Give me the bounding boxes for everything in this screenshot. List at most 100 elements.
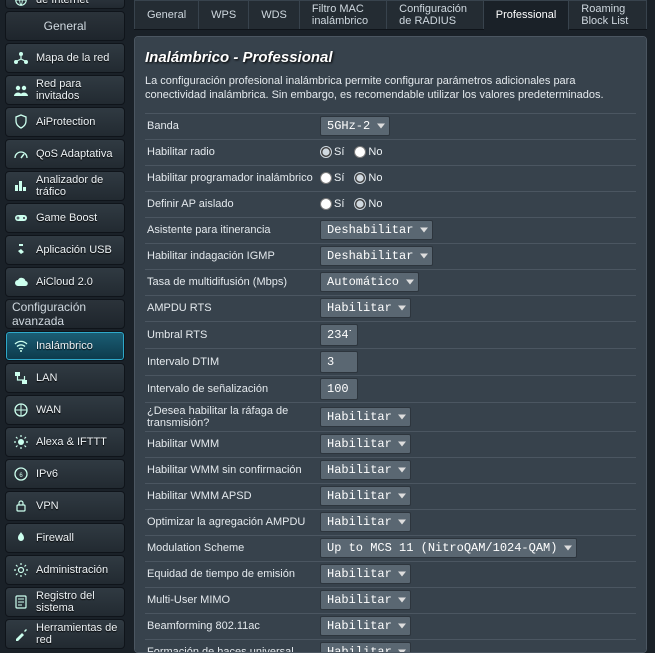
panel-description: La configuración profesional inalámbrica… [145,74,636,103]
sidebar-item-firewall[interactable]: Firewall [5,523,125,553]
select-mumimo[interactable]: Habilitar [320,590,411,610]
shield-icon [12,113,30,131]
input-dtim[interactable] [320,351,358,373]
select-roaming[interactable]: Deshabilitar [320,220,433,240]
radio-ap-no[interactable]: No [354,198,382,210]
sidebar-item-label: de Internet [36,0,89,6]
sidebar-item-qos[interactable]: QoS Adaptativa [5,139,125,169]
sidebar-item-ipv6[interactable]: 6 IPv6 [5,459,125,489]
sidebar-item-label: Analizador de tráfico [36,174,118,198]
select-mod-scheme[interactable]: Up to MCS 11 (NitroQAM/1024-QAM) [320,538,577,558]
label-ampdu-opt: Optimizar la agregación AMPDU [145,516,320,528]
tab-professional[interactable]: Professional [484,0,570,30]
label-roaming: Asistente para itinerancia [145,224,320,236]
network-map-icon [12,49,30,67]
label-mumimo: Multi-User MIMO [145,594,320,606]
label-rts-threshold: Umbral RTS [145,329,320,341]
sidebar-item-label: AiProtection [36,116,95,128]
sidebar-item-guest-network[interactable]: Red para invitados [5,75,125,105]
radio-enable-radio-no[interactable]: No [354,146,382,158]
sidebar-item-system-log[interactable]: Registro del sistema [5,587,125,617]
sidebar-item-wan[interactable]: WAN [5,395,125,425]
sidebar-header-advanced: Configuración avanzada [5,299,125,329]
sidebar-item-alexa-ifttt[interactable]: Alexa & IFTTT [5,427,125,457]
sidebar-item-network-map[interactable]: Mapa de la red [5,43,125,73]
label-igmp: Habilitar indagación IGMP [145,250,320,262]
sidebar-item-aiprotection[interactable]: AiProtection [5,107,125,137]
wan-icon [12,401,30,419]
sidebar-item-administration[interactable]: Administración [5,555,125,585]
radio-sched-no[interactable]: No [354,172,382,184]
label-ap-isolated: Definir AP aislado [145,198,320,210]
vpn-icon [12,497,30,515]
sidebar-item-aicloud[interactable]: AiCloud 2.0 [5,267,125,297]
gear-icon [12,561,30,579]
tools-icon [12,625,30,643]
sidebar-item-label: Registro del sistema [36,590,118,614]
sidebar-header-general: General [5,11,125,41]
sidebar-item-label: AiCloud 2.0 [36,276,93,288]
sidebar-item-label: Aplicación USB [36,244,112,256]
label-band: Banda [145,120,320,132]
settings-panel: Inalámbrico - Professional La configurac… [134,36,647,653]
radio-sched-yes[interactable]: Sí [320,172,344,184]
sidebar-item-wireless[interactable]: Inalámbrico [5,331,125,361]
select-bf11ac[interactable]: Habilitar [320,616,411,636]
sidebar-item-label: Mapa de la red [36,52,109,64]
label-wmm-apsd: Habilitar WMM APSD [145,490,320,502]
gamepad-icon [12,209,30,227]
globe-icon [12,0,30,9]
sidebar-item-label: WAN [36,404,61,416]
panel-title: Inalámbrico - Professional [145,49,636,66]
sidebar-item-network-tools[interactable]: Herramientas de red [5,619,125,649]
sidebar-item-internet-partial[interactable]: de Internet [5,0,125,9]
tab-mac-filter[interactable]: Filtro MAC inalámbrico [300,0,387,29]
tab-bar: General WPS WDS Filtro MAC inalámbrico C… [134,0,647,30]
label-airtime: Equidad de tiempo de emisión [145,568,320,580]
sidebar-item-game-boost[interactable]: Game Boost [5,203,125,233]
select-airtime[interactable]: Habilitar [320,564,411,584]
select-ampdu-rts[interactable]: Habilitar [320,298,411,318]
select-wmm-apsd[interactable]: Habilitar [320,486,411,506]
sidebar-item-lan[interactable]: LAN [5,363,125,393]
lan-icon [12,369,30,387]
select-wmm[interactable]: Habilitar [320,434,411,454]
label-ampdu-rts: AMPDU RTS [145,302,320,314]
radio-enable-radio-yes[interactable]: Sí [320,146,344,158]
tab-radius[interactable]: Configuración de RADIUS [387,0,484,29]
sidebar-item-label: IPv6 [36,468,58,480]
label-beacon: Intervalo de señalización [145,383,320,395]
alexa-icon [12,433,30,451]
select-igmp[interactable]: Deshabilitar [320,246,433,266]
sidebar-item-usb-app[interactable]: Aplicación USB [5,235,125,265]
sidebar-item-vpn[interactable]: VPN [5,491,125,521]
label-mcast: Tasa de multidifusión (Mbps) [145,276,320,288]
select-ampdu-opt[interactable]: Habilitar [320,512,411,532]
tab-general[interactable]: General [134,0,199,29]
label-mod-scheme: Modulation Scheme [145,542,320,554]
input-beacon[interactable] [320,378,358,400]
label-wmm-noack: Habilitar WMM sin confirmación [145,464,320,476]
label-tx-burst: ¿Desea habilitar la ráfaga de transmisió… [145,405,320,429]
label-enable-radio: Habilitar radio [145,146,320,158]
sidebar-item-label: Herramientas de red [36,622,118,646]
sidebar: de Internet General Mapa de la red Red p… [0,0,130,653]
select-ubf[interactable]: Habilitar [320,642,411,653]
svg-text:6: 6 [19,473,23,479]
tab-wps[interactable]: WPS [199,0,249,29]
sidebar-item-traffic-analyzer[interactable]: Analizador de tráfico [5,171,125,201]
tab-wds[interactable]: WDS [249,0,300,29]
sidebar-item-label: Inalámbrico [36,340,93,352]
select-band[interactable]: 5GHz-2 [320,116,390,136]
sidebar-item-label: QoS Adaptativa [36,148,112,160]
sidebar-item-label: Game Boost [36,212,97,224]
guest-network-icon [12,81,30,99]
wifi-icon [12,337,30,355]
label-wmm: Habilitar WMM [145,438,320,450]
input-rts-threshold[interactable] [320,324,358,346]
select-tx-burst[interactable]: Habilitar [320,407,411,427]
radio-ap-yes[interactable]: Sí [320,198,344,210]
tab-roaming-block[interactable]: Roaming Block List [569,0,647,29]
select-mcast[interactable]: Automático [320,272,419,292]
select-wmm-noack[interactable]: Habilitar [320,460,411,480]
